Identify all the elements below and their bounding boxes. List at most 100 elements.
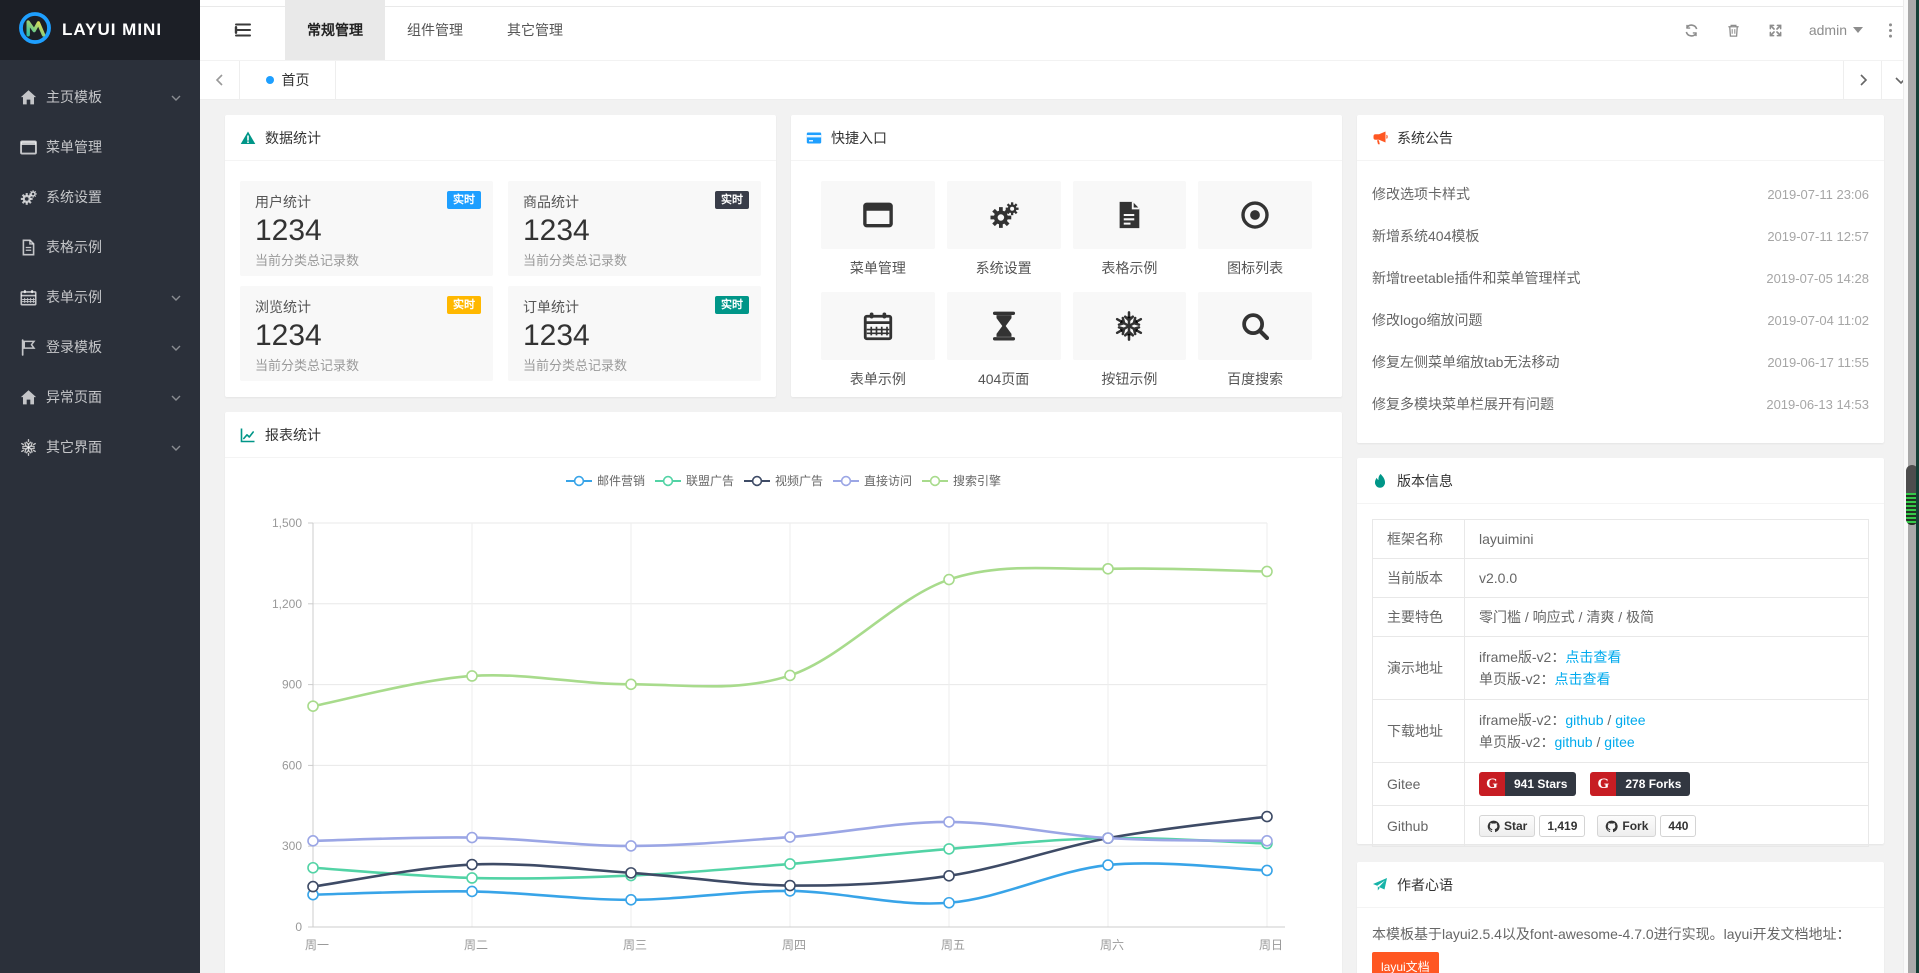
quick-entry-0[interactable]: 菜单管理 (821, 181, 935, 278)
snowflake-icon (1114, 311, 1144, 341)
main-area: 常规管理组件管理其它管理 (200, 0, 1919, 973)
sidebar-menu: 主页模板 菜单管理 系统设置 表格示例 表单示例 登录模板 异常页面 其它界面 (0, 60, 200, 472)
legend-item-0[interactable]: 邮件营销 (566, 472, 645, 489)
tab-home[interactable]: 首页 (240, 61, 336, 99)
github-count[interactable]: 440 (1660, 815, 1696, 837)
version-link[interactable]: gitee (1604, 734, 1634, 750)
legend-item-3[interactable]: 直接访问 (833, 472, 912, 489)
header-module-tabs: 常规管理组件管理其它管理 (285, 0, 585, 60)
realtime-badge: 实时 (715, 191, 749, 209)
gitee-g-icon: G (1590, 772, 1616, 796)
sidebar-item-7[interactable]: 其它界面 (0, 422, 200, 472)
github-count[interactable]: 1,419 (1539, 815, 1585, 837)
header-actions: admin (1671, 0, 1919, 60)
module-tab-1[interactable]: 组件管理 (385, 0, 485, 60)
sidebar-item-5[interactable]: 登录模板 (0, 322, 200, 372)
stat-box-3: 订单统计 实时 1234 当前分类总记录数 (508, 286, 761, 381)
quick-entry-2[interactable]: 表格示例 (1073, 181, 1187, 278)
legend-marker-icon (744, 475, 770, 487)
module-tab-0[interactable]: 常规管理 (285, 0, 385, 60)
announcement-row-2: 新增treetable插件和菜单管理样式 2019-07-05 14:28 (1372, 257, 1869, 299)
version-link[interactable]: 点击查看 (1565, 649, 1621, 665)
stats-card: 数据统计 用户统计 实时 1234 当前分类总记录数商品统计 实时 1234 当… (225, 115, 776, 397)
refresh-icon[interactable] (1671, 0, 1713, 60)
quick-entry-card: 快捷入口 菜单管理 系统设置 表格示例 图标列表 表单示例 404页面 按钮示例… (791, 115, 1342, 397)
home-icon (20, 389, 37, 406)
more-vertical-icon[interactable] (1875, 0, 1905, 60)
quick-entry-4[interactable]: 表单示例 (821, 292, 935, 389)
github-widget: Star1,419 (1479, 815, 1585, 837)
caret-down-icon (1853, 25, 1863, 35)
window-icon (20, 139, 37, 156)
version-info-card: 版本信息 框架名称layuimini当前版本v2.0.0主要特色零门槛 / 响应… (1357, 458, 1884, 844)
github-widget: Fork440 (1597, 815, 1696, 837)
version-link[interactable]: gitee (1615, 712, 1645, 728)
paper-plane-icon (1372, 877, 1388, 893)
gitee-badge[interactable]: G941 Stars (1479, 772, 1576, 796)
tab-home-label: 首页 (282, 70, 310, 90)
line-chart: 03006009001,2001,500周一周二周三周四周五周六周日 (240, 489, 1330, 973)
sidebar-item-6[interactable]: 异常页面 (0, 372, 200, 422)
gitee-g-icon: G (1479, 772, 1505, 796)
tabs-scroll-left-icon[interactable] (200, 61, 240, 99)
github-mark-icon (1605, 820, 1618, 833)
sidebar-item-2[interactable]: 系统设置 (0, 172, 200, 222)
svg-text:周四: 周四 (782, 938, 806, 952)
sidebar-item-1[interactable]: 菜单管理 (0, 122, 200, 172)
stats-card-title: 数据统计 (265, 128, 321, 148)
file-solid-icon (1114, 200, 1144, 230)
layui-mini-logo-icon (18, 11, 52, 50)
module-tab-2[interactable]: 其它管理 (485, 0, 585, 60)
layui-doc-button[interactable]: layui文档 (1372, 952, 1439, 973)
logo[interactable]: LAYUI MINI (0, 0, 200, 60)
sidebar-item-0[interactable]: 主页模板 (0, 72, 200, 122)
user-menu[interactable]: admin (1797, 22, 1875, 38)
quick-entry-6[interactable]: 按钮示例 (1073, 292, 1187, 389)
chevron-down-icon (170, 391, 182, 403)
home-icon (20, 89, 37, 106)
tabs-scroll-right-icon[interactable] (1843, 61, 1881, 99)
sidebar-toggle-icon[interactable] (200, 0, 285, 60)
warning-triangle-icon (240, 130, 256, 146)
version-row-3: 演示地址iframe版-v2：点击查看单页版-v2：点击查看 (1373, 637, 1869, 700)
window-icon (863, 200, 893, 230)
chevron-down-icon (170, 441, 182, 453)
legend-item-1[interactable]: 联盟广告 (655, 472, 734, 489)
chart-card-title: 报表统计 (265, 425, 321, 445)
fullscreen-icon[interactable] (1755, 0, 1797, 60)
sidebar-item-4[interactable]: 表单示例 (0, 272, 200, 322)
gears-icon (989, 200, 1019, 230)
version-row-5: GiteeG941 StarsG278 Forks (1373, 763, 1869, 806)
file-icon (20, 239, 37, 256)
version-table: 框架名称layuimini当前版本v2.0.0主要特色零门槛 / 响应式 / 清… (1372, 519, 1869, 847)
legend-item-4[interactable]: 搜索引擎 (922, 472, 1001, 489)
app-root: LAYUI MINI 主页模板 菜单管理 系统设置 表格示例 表单示例 登录模板… (0, 0, 1919, 973)
credit-card-icon (806, 130, 822, 146)
chart-card: 报表统计 邮件营销 联盟广告 视频广告 直接访问 搜索引擎 0300600900… (225, 412, 1342, 973)
app-title: LAYUI MINI (62, 20, 162, 40)
quick-entry-3[interactable]: 图标列表 (1198, 181, 1312, 278)
legend-marker-icon (833, 475, 859, 487)
github-fork-button[interactable]: Fork (1597, 815, 1656, 837)
active-tab-dot (266, 76, 274, 84)
quick-entry-7[interactable]: 百度搜索 (1198, 292, 1312, 389)
hourglass-icon (989, 311, 1019, 341)
search-icon (1240, 311, 1270, 341)
sidebar-item-3[interactable]: 表格示例 (0, 222, 200, 272)
version-row-6: GithubStar1,419Fork440 (1373, 806, 1869, 847)
top-hairline (200, 6, 1919, 7)
version-row-1: 当前版本v2.0.0 (1373, 559, 1869, 598)
flame-icon (1372, 473, 1388, 489)
github-star-button[interactable]: Star (1479, 815, 1535, 837)
quick-entry-5[interactable]: 404页面 (947, 292, 1061, 389)
legend-item-2[interactable]: 视频广告 (744, 472, 823, 489)
tabbar: 首页 (200, 60, 1919, 100)
gitee-badge[interactable]: G278 Forks (1590, 772, 1690, 796)
quick-entry-1[interactable]: 系统设置 (947, 181, 1061, 278)
version-link[interactable]: github (1554, 734, 1592, 750)
calendar-icon (863, 311, 893, 341)
trash-icon[interactable] (1713, 0, 1755, 60)
svg-text:900: 900 (282, 678, 302, 692)
version-link[interactable]: 点击查看 (1554, 671, 1610, 687)
version-link[interactable]: github (1565, 712, 1603, 728)
